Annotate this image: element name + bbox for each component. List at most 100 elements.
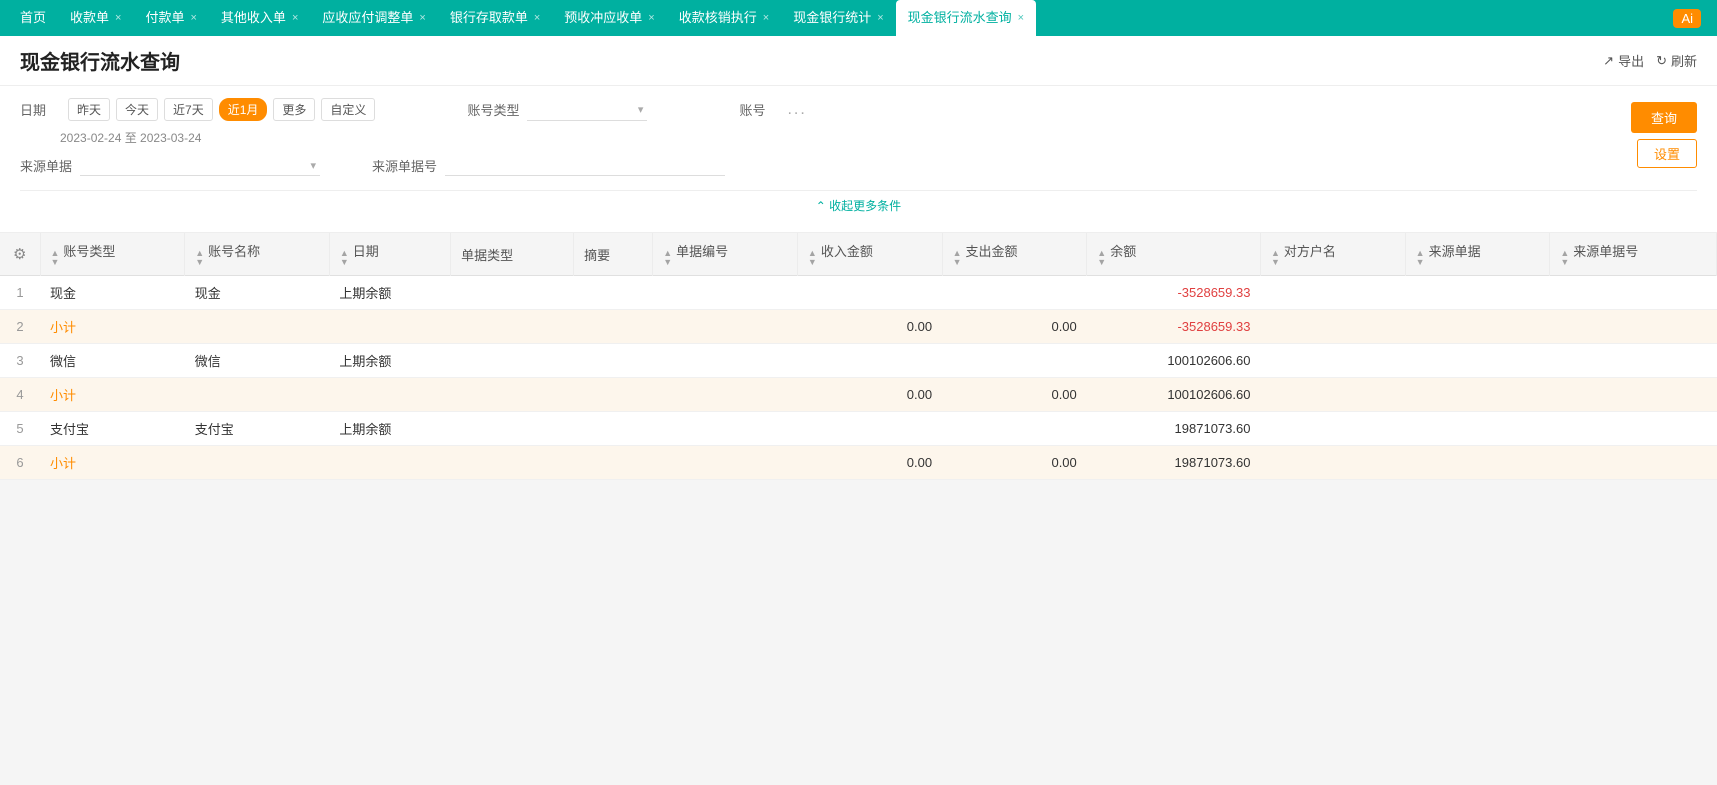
- date-option-近1月[interactable]: 近1月: [219, 98, 268, 121]
- cell-balance: 100102606.60: [1087, 344, 1261, 378]
- settings-button[interactable]: 设置: [1637, 139, 1697, 168]
- cell-doc-type: [451, 276, 574, 310]
- tab-close-icon[interactable]: ×: [648, 0, 654, 36]
- date-filter-group: 日期 昨天今天近7天近1月更多自定义: [20, 98, 375, 121]
- nav-tab-现金银行流水查询[interactable]: 现金银行流水查询×: [896, 0, 1036, 36]
- nav-tab-应收应付调整单[interactable]: 应收应付调整单×: [310, 0, 437, 36]
- cell-date: [329, 446, 450, 480]
- cell-doc-type: [451, 310, 574, 344]
- date-option-自定义[interactable]: 自定义: [321, 98, 375, 121]
- tab-close-icon[interactable]: ×: [190, 0, 196, 36]
- column-header-doc_number[interactable]: ▲▼单据编号: [653, 233, 798, 276]
- column-header-summary: 摘要: [574, 233, 653, 276]
- nav-tab-银行存取款单[interactable]: 银行存取款单×: [438, 0, 552, 36]
- cell-date: 上期余额: [329, 276, 450, 310]
- cell-source-doc-num: [1550, 412, 1717, 446]
- table-row: 6小计0.000.0019871073.60: [0, 446, 1717, 480]
- cell-expense: 0.00: [942, 310, 1087, 344]
- cell-income: 0.00: [797, 310, 942, 344]
- tab-close-icon[interactable]: ×: [1018, 0, 1024, 36]
- account-filter-group: 账号 ...: [739, 100, 806, 119]
- collapse-bar[interactable]: ⌃ 收起更多条件: [20, 190, 1697, 220]
- nav-tab-收款单[interactable]: 收款单×: [58, 0, 133, 36]
- query-button[interactable]: 查询: [1631, 102, 1697, 133]
- tab-close-icon[interactable]: ×: [877, 0, 883, 36]
- cell-doc-type: [451, 378, 574, 412]
- cell-source-doc-num: [1550, 276, 1717, 310]
- export-button[interactable]: ↗ 导出: [1603, 51, 1644, 70]
- tab-close-icon[interactable]: ×: [763, 0, 769, 36]
- column-header-source_doc[interactable]: ▲▼来源单据: [1405, 233, 1550, 276]
- cell-doc-number: [653, 344, 798, 378]
- source-doc-num-label: 来源单据号: [372, 156, 437, 175]
- date-option-近7天[interactable]: 近7天: [164, 98, 213, 121]
- column-header-source_doc_num[interactable]: ▲▼来源单据号: [1550, 233, 1717, 276]
- cell-source-doc-num: [1550, 310, 1717, 344]
- sort-arrows: ▲▼: [1560, 249, 1569, 267]
- gear-icon[interactable]: ⚙: [13, 245, 26, 263]
- refresh-button[interactable]: ↻ 刷新: [1656, 51, 1697, 70]
- cell-balance: 19871073.60: [1087, 412, 1261, 446]
- date-option-更多[interactable]: 更多: [273, 98, 315, 121]
- nav-tab-label: 应收应付调整单: [322, 0, 413, 36]
- date-option-今天[interactable]: 今天: [116, 98, 158, 121]
- nav-home[interactable]: 首页: [8, 0, 58, 36]
- cell-account-type: 微信: [40, 344, 185, 378]
- cell-summary: [574, 378, 653, 412]
- ai-badge[interactable]: Ai: [1673, 9, 1701, 28]
- cell-source-doc-num: [1550, 378, 1717, 412]
- cell-expense: [942, 344, 1087, 378]
- source-doc-num-input[interactable]: [445, 154, 725, 176]
- tab-close-icon[interactable]: ×: [292, 0, 298, 36]
- data-table-container: ⚙ ▲▼账号类型▲▼账号名称▲▼日期单据类型摘要▲▼单据编号▲▼收入金额▲▼支出金…: [0, 233, 1717, 480]
- nav-tab-label: 收款单: [70, 0, 109, 36]
- nav-tab-预收冲应收单[interactable]: 预收冲应收单×: [552, 0, 666, 36]
- account-type-select[interactable]: 现金 微信 支付宝: [527, 99, 647, 121]
- column-header-date[interactable]: ▲▼日期: [329, 233, 450, 276]
- cell-expense: 0.00: [942, 378, 1087, 412]
- nav-tab-付款单[interactable]: 付款单×: [133, 0, 208, 36]
- source-doc-num-filter-group: 来源单据号: [372, 154, 725, 176]
- cell-counterpart: [1260, 446, 1405, 480]
- cell-account-type: 小计: [40, 446, 185, 480]
- cell-income: 0.00: [797, 378, 942, 412]
- refresh-icon: ↻: [1656, 53, 1667, 69]
- account-type-select-wrapper: 现金 微信 支付宝: [527, 99, 647, 121]
- nav-tab-收款核销执行[interactable]: 收款核销执行×: [667, 0, 781, 36]
- table-row: 2小计0.000.00-3528659.33: [0, 310, 1717, 344]
- cell-source-doc: [1405, 446, 1550, 480]
- account-more-button[interactable]: ...: [787, 101, 806, 119]
- cell-summary: [574, 310, 653, 344]
- column-header-doc_type: 单据类型: [451, 233, 574, 276]
- date-range-display: 2023-02-24 至 2023-03-24: [60, 131, 201, 145]
- nav-tab-label: 预收冲应收单: [564, 0, 642, 36]
- column-header-income[interactable]: ▲▼收入金额: [797, 233, 942, 276]
- cell-account-name: [185, 378, 330, 412]
- row-number: 6: [0, 446, 40, 480]
- cell-income: 0.00: [797, 446, 942, 480]
- column-header-account_type[interactable]: ▲▼账号类型: [40, 233, 185, 276]
- nav-tab-label: 现金银行流水查询: [908, 0, 1012, 36]
- cell-expense: 0.00: [942, 446, 1087, 480]
- cell-date: [329, 310, 450, 344]
- column-header-account_name[interactable]: ▲▼账号名称: [185, 233, 330, 276]
- source-doc-select[interactable]: [80, 154, 320, 176]
- tab-close-icon[interactable]: ×: [115, 0, 121, 36]
- cell-doc-number: [653, 310, 798, 344]
- table-row: 3微信微信上期余额100102606.60: [0, 344, 1717, 378]
- column-header-counterpart[interactable]: ▲▼对方户名: [1260, 233, 1405, 276]
- top-navigation: 首页 收款单×付款单×其他收入单×应收应付调整单×银行存取款单×预收冲应收单×收…: [0, 0, 1717, 36]
- account-type-filter-group: 账号类型 现金 微信 支付宝: [467, 99, 647, 121]
- nav-tab-现金银行统计[interactable]: 现金银行统计×: [781, 0, 895, 36]
- column-header-balance[interactable]: ▲▼余额: [1087, 233, 1261, 276]
- cell-account-type: 现金: [40, 276, 185, 310]
- tab-close-icon[interactable]: ×: [534, 0, 540, 36]
- tab-close-icon[interactable]: ×: [419, 0, 425, 36]
- cell-doc-number: [653, 276, 798, 310]
- date-label: 日期: [20, 100, 60, 119]
- cell-source-doc: [1405, 378, 1550, 412]
- cell-expense: [942, 276, 1087, 310]
- nav-tab-其他收入单[interactable]: 其他收入单×: [209, 0, 310, 36]
- date-option-昨天[interactable]: 昨天: [68, 98, 110, 121]
- column-header-expense[interactable]: ▲▼支出金额: [942, 233, 1087, 276]
